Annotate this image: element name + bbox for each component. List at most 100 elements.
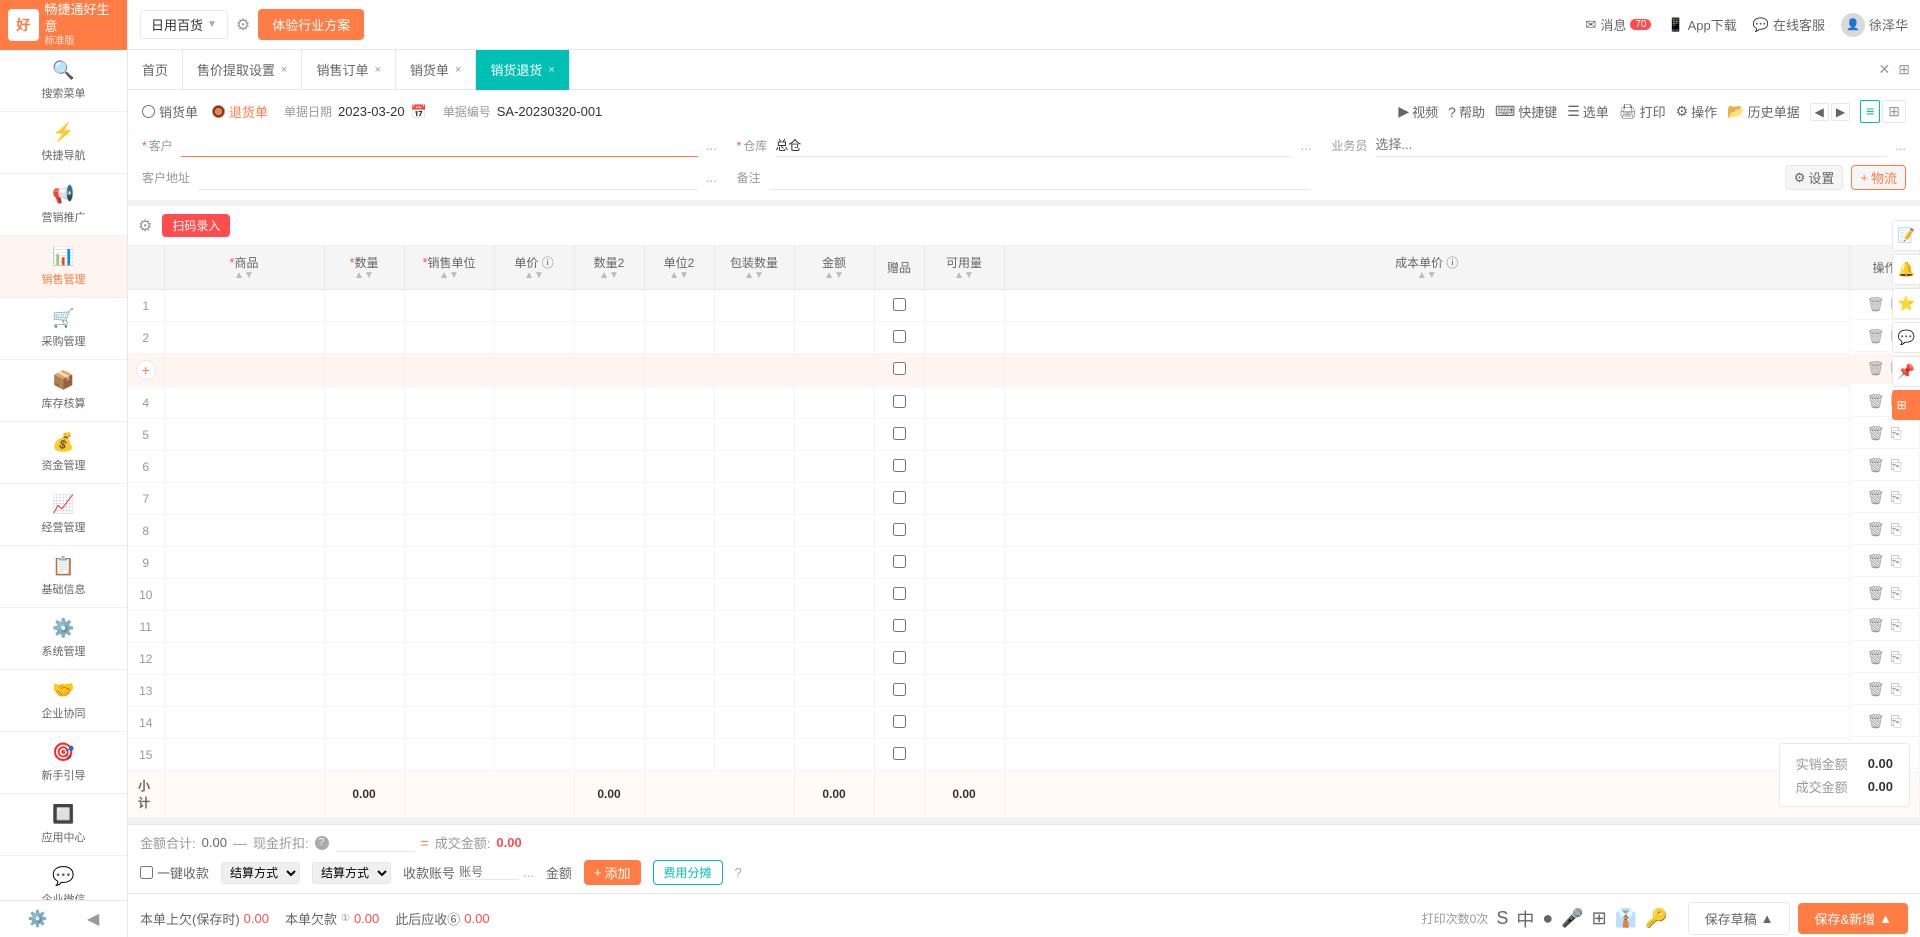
row-gift-cell[interactable] (874, 515, 924, 547)
footer-tool-6[interactable]: 👔 (1615, 908, 1637, 929)
row-amount-cell[interactable] (794, 354, 874, 387)
topbar-settings-icon[interactable]: ⚙ (236, 15, 250, 35)
row-product-cell[interactable] (164, 547, 324, 579)
rfp-btn-1[interactable]: 📝 (1892, 220, 1920, 251)
row-cost-price-cell[interactable] (1004, 451, 1850, 483)
row-sales-unit-cell[interactable] (404, 322, 494, 354)
footer-tool-2[interactable]: 中 (1516, 906, 1534, 932)
account-input[interactable] (459, 865, 519, 880)
copy-row-icon[interactable]: ⎘ (1891, 457, 1902, 474)
row-package-qty-cell[interactable] (714, 547, 794, 579)
operate-action-btn[interactable]: ⚙ 操作 (1676, 102, 1718, 121)
row-amount-cell[interactable] (794, 707, 874, 739)
footer-tool-3[interactable]: ● (1542, 908, 1553, 929)
row-quantity-cell[interactable] (324, 290, 404, 322)
gift-checkbox[interactable] (893, 619, 906, 632)
delete-row-icon[interactable]: 🗑 (1867, 649, 1885, 666)
sidebar-item-marketing[interactable]: 📢 营销推广 (0, 174, 127, 236)
sidebar-item-inventory[interactable]: 📦 库存核算 (0, 360, 127, 422)
row-product-cell[interactable] (164, 451, 324, 483)
footer-tool-4[interactable]: 🎤 (1561, 908, 1583, 929)
sidebar-item-finance[interactable]: 💰 资金管理 (0, 422, 127, 484)
tab-sales-delivery[interactable]: 销货单 × (396, 50, 476, 90)
row-unit2-cell[interactable] (644, 643, 714, 675)
row-unit2-cell[interactable] (644, 483, 714, 515)
row-unit-price-cell[interactable] (494, 707, 574, 739)
row-product-cell[interactable] (164, 322, 324, 354)
radio-sales[interactable]: 销货单 (142, 102, 198, 121)
row-gift-cell[interactable] (874, 739, 924, 771)
row-qty2-cell[interactable] (574, 547, 644, 579)
row-sales-unit-cell[interactable] (404, 643, 494, 675)
row-unit2-cell[interactable] (644, 354, 714, 387)
tab-close-sales-order[interactable]: × (374, 64, 380, 76)
row-available-cell[interactable] (924, 579, 1004, 611)
row-gift-cell[interactable] (874, 611, 924, 643)
delete-row-icon[interactable]: 🗑 (1867, 457, 1885, 474)
row-unit-price-cell[interactable] (494, 290, 574, 322)
topbar-user[interactable]: 👤 徐泽华 (1841, 13, 1908, 37)
row-amount-cell[interactable] (794, 547, 874, 579)
row-qty2-cell[interactable] (574, 290, 644, 322)
row-qty2-cell[interactable] (574, 579, 644, 611)
delete-row-icon[interactable]: 🗑 (1867, 393, 1885, 410)
row-product-cell[interactable] (164, 515, 324, 547)
scan-button[interactable]: 扫码录入 (162, 214, 230, 237)
row-product-cell[interactable] (164, 643, 324, 675)
row-quantity-cell[interactable] (324, 547, 404, 579)
row-sales-unit-cell[interactable] (404, 483, 494, 515)
delete-row-icon[interactable]: 🗑 (1867, 296, 1885, 313)
row-amount-cell[interactable] (794, 290, 874, 322)
tab-sales-order[interactable]: 销售订单 × (302, 50, 395, 90)
row-sales-unit-cell[interactable] (404, 707, 494, 739)
row-qty2-cell[interactable] (574, 451, 644, 483)
copy-row-icon[interactable]: ⎘ (1891, 489, 1902, 506)
add-row-icon[interactable]: + (136, 360, 156, 380)
row-package-qty-cell[interactable] (714, 675, 794, 707)
row-available-cell[interactable] (924, 322, 1004, 354)
select-action-btn[interactable]: ☰ 选单 (1567, 102, 1609, 121)
row-sales-unit-cell[interactable] (404, 547, 494, 579)
delete-row-icon[interactable]: 🗑 (1867, 425, 1885, 442)
row-package-qty-cell[interactable] (714, 707, 794, 739)
row-product-cell[interactable] (164, 579, 324, 611)
delete-row-icon[interactable]: 🗑 (1867, 521, 1885, 538)
row-unit2-cell[interactable] (644, 675, 714, 707)
delete-row-icon[interactable]: 🗑 (1867, 489, 1885, 506)
sidebar-item-enterprise[interactable]: 🤝 企业协同 (0, 670, 127, 732)
row-package-qty-cell[interactable] (714, 643, 794, 675)
row-quantity-cell[interactable] (324, 739, 404, 771)
row-unit-price-cell[interactable] (494, 675, 574, 707)
row-unit2-cell[interactable] (644, 451, 714, 483)
row-cost-price-cell[interactable] (1004, 515, 1850, 547)
rfp-btn-2[interactable]: 🔔 (1892, 254, 1920, 285)
row-product-cell[interactable] (164, 675, 324, 707)
row-package-qty-cell[interactable] (714, 483, 794, 515)
delete-row-icon[interactable]: 🗑 (1867, 713, 1885, 730)
discount-help-icon[interactable]: ? (315, 836, 329, 850)
video-action-btn[interactable]: ▶ 视频 (1398, 102, 1438, 121)
tab-sales-return[interactable]: 销货退货 × (476, 50, 569, 90)
row-gift-cell[interactable] (874, 322, 924, 354)
tab-close-sales-delivery[interactable]: × (455, 64, 461, 76)
row-unit-price-cell[interactable] (494, 419, 574, 451)
copy-row-icon[interactable]: ⎘ (1891, 617, 1902, 634)
row-unit-price-cell[interactable] (494, 515, 574, 547)
gift-checkbox[interactable] (893, 523, 906, 536)
row-unit-price-cell[interactable] (494, 611, 574, 643)
row-available-cell[interactable] (924, 643, 1004, 675)
row-unit-price-cell[interactable] (494, 643, 574, 675)
one-click-pay-checkbox[interactable] (140, 866, 153, 879)
row-unit2-cell[interactable] (644, 515, 714, 547)
sidebar-item-appstore[interactable]: 🔲 应用中心 (0, 794, 127, 856)
tab-price-settings[interactable]: 售价提取设置 × (183, 50, 302, 90)
warehouse-dots[interactable]: ... (1300, 138, 1311, 153)
row-qty2-cell[interactable] (574, 515, 644, 547)
radio-sales-input[interactable] (142, 105, 155, 118)
row-unit-price-cell[interactable] (494, 354, 574, 387)
row-qty2-cell[interactable] (574, 739, 644, 771)
row-gift-cell[interactable] (874, 675, 924, 707)
row-sales-unit-cell[interactable] (404, 579, 494, 611)
row-gift-cell[interactable] (874, 387, 924, 419)
copy-row-icon[interactable]: ⎘ (1891, 649, 1902, 666)
